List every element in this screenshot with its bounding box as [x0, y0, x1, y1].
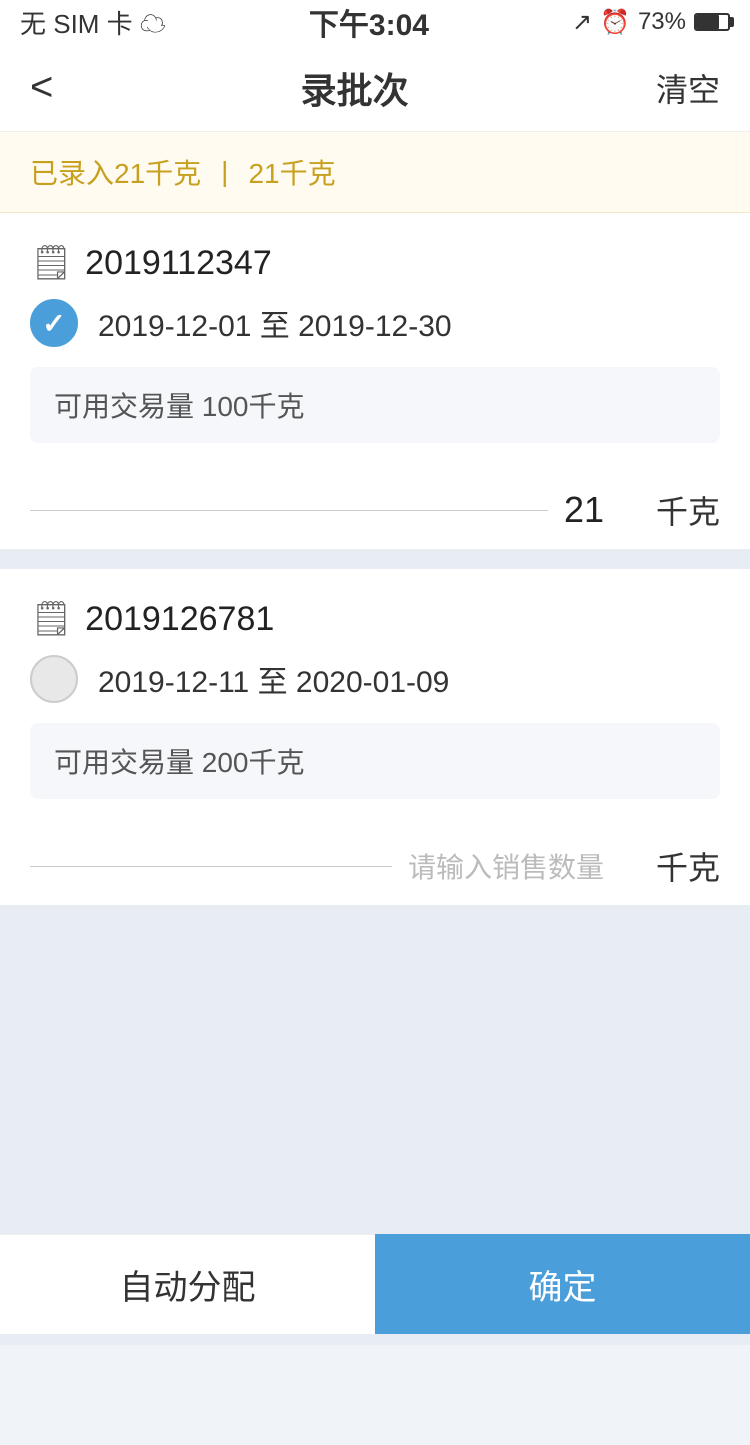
batch2-icon: 🗒: [30, 599, 73, 639]
bottom-bar: 自动分配 确定: [0, 1234, 750, 1334]
confirm-button[interactable]: 确定: [375, 1234, 750, 1334]
batch1-checkbox[interactable]: [30, 299, 78, 347]
batch2-input-placeholder: 请输入销售数量: [408, 846, 604, 886]
clear-button[interactable]: 清空: [656, 65, 720, 111]
batch1-quantity-unit: 千克: [656, 487, 720, 533]
summary-recorded-label: 已录入21千克: [30, 152, 201, 192]
page-title: 录批次: [301, 62, 409, 114]
auto-distribute-button[interactable]: 自动分配: [0, 1234, 375, 1334]
summary-divider: |: [221, 156, 228, 188]
alarm-icon: ⏰: [600, 8, 630, 37]
batch2-input-unit: 千克: [656, 843, 720, 889]
batch-card-1: 🗒 2019112347 2019-12-01 至 2019-12-30 可用交…: [0, 213, 750, 549]
batch1-quantity-value: 21: [564, 489, 604, 531]
batch2-id: 2019126781: [85, 600, 274, 639]
battery-icon: [694, 13, 730, 31]
batch2-input-row: 请输入销售数量 千克: [0, 819, 750, 905]
status-right: ↗ ⏰ 73%: [572, 8, 730, 37]
batch2-date-range: 2019-12-11 至 2020-01-09: [98, 657, 449, 701]
batch1-available: 可用交易量 100千克: [30, 367, 720, 443]
batch1-quantity-row: 21 千克: [0, 463, 750, 549]
summary-amount-label: 21千克: [248, 152, 335, 192]
status-time: 下午3:04: [309, 0, 429, 44]
batch1-date-range: 2019-12-01 至 2019-12-30: [98, 301, 452, 345]
batch2-checkbox[interactable]: [30, 655, 78, 703]
back-button[interactable]: <: [30, 65, 53, 110]
location-icon: ↗: [572, 8, 592, 37]
status-left: 无 SIM 卡 ☁: [20, 4, 166, 41]
no-sim-label: 无 SIM 卡 ☁: [20, 4, 166, 41]
section-divider: [0, 549, 750, 569]
batch2-available: 可用交易量 200千克: [30, 723, 720, 799]
batch1-icon: 🗒: [30, 243, 73, 283]
battery-percent: 73%: [638, 8, 686, 36]
summary-banner: 已录入21千克 | 21千克: [0, 132, 750, 213]
status-bar: 无 SIM 卡 ☁ 下午3:04 ↗ ⏰ 73%: [0, 0, 750, 44]
batch-card-2: 🗒 2019126781 2019-12-11 至 2020-01-09 可用交…: [0, 569, 750, 905]
nav-bar: < 录批次 清空: [0, 44, 750, 132]
batch1-id: 2019112347: [85, 244, 272, 283]
